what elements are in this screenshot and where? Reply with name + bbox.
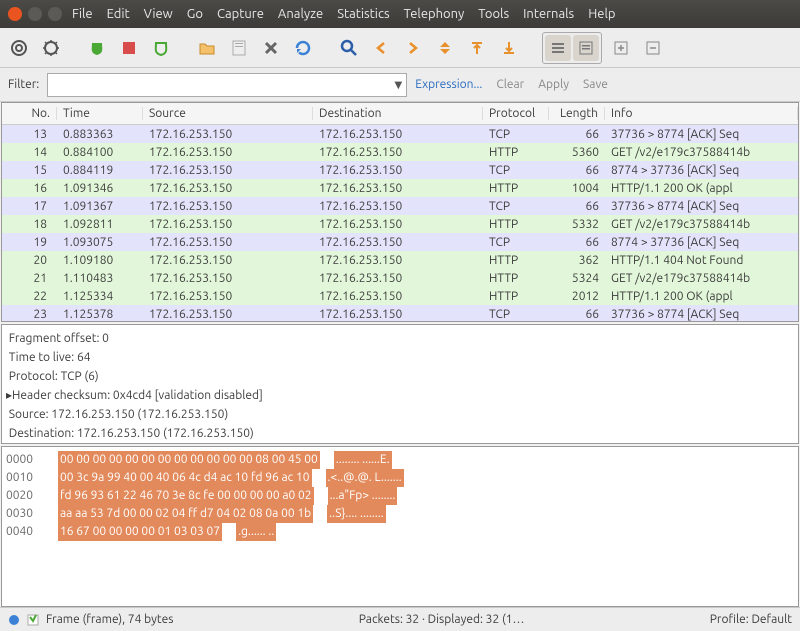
detail-line[interactable]: Fragment offset: 0 [6,329,788,348]
stop-capture-icon[interactable] [116,35,142,61]
chevron-down-icon[interactable]: ▼ [395,79,403,91]
hex-row[interactable]: 004016 67 00 00 00 00 01 03 03 07.g.....… [6,523,794,541]
menu-analyze[interactable]: Analyze [278,7,323,21]
detail-line[interactable]: Protocol: TCP (6) [6,367,788,386]
menu-statistics[interactable]: Statistics [337,7,389,21]
packet-list-pane[interactable]: No. Time Source Destination Protocol Len… [1,102,799,322]
titlebar: File Edit View Go Capture Analyze Statistics Te… [0,0,800,28]
maximize-icon[interactable] [48,7,62,21]
go-forward-icon[interactable] [400,35,426,61]
auto-scroll-icon[interactable] [573,35,599,61]
menu-help[interactable]: Help [588,7,615,21]
detail-line[interactable]: Source: 172.16.253.150 (172.16.253.150) [6,405,788,424]
packet-bytes-pane[interactable]: 000000 00 00 00 00 00 00 00 00 00 00 00 … [1,446,799,607]
go-last-icon[interactable] [496,35,522,61]
hex-row[interactable]: 000000 00 00 00 00 00 00 00 00 00 00 00 … [6,451,794,469]
colorize-icon[interactable] [545,35,571,61]
statusbar: Frame (frame), 74 bytes Packets: 32 · Di… [0,607,800,631]
zoom-in-icon[interactable] [608,35,634,61]
close-icon[interactable] [8,7,22,21]
find-icon[interactable] [336,35,362,61]
packet-details-pane[interactable]: Fragment offset: 0 Time to live: 64 Prot… [1,324,799,444]
apply-link[interactable]: Apply [538,78,569,91]
clear-link[interactable]: Clear [496,78,524,91]
go-first-icon[interactable] [464,35,490,61]
col-header-time[interactable]: Time [57,107,143,120]
reload-icon[interactable] [290,35,316,61]
menu-go[interactable]: Go [187,7,203,21]
open-file-icon[interactable] [194,35,220,61]
menu-capture[interactable]: Capture [217,7,264,21]
packet-row[interactable]: 181.092811172.16.253.150172.16.253.150HT… [2,215,798,233]
col-header-no[interactable]: No. [2,107,57,120]
packet-row[interactable]: 211.110483172.16.253.150172.16.253.150HT… [2,269,798,287]
packet-row[interactable]: 221.125334172.16.253.150172.16.253.150HT… [2,287,798,305]
menu-internals[interactable]: Internals [523,7,574,21]
interfaces-icon[interactable] [6,35,32,61]
zoom-out-icon[interactable] [640,35,666,61]
detail-line[interactable]: Destination: 172.16.253.150 (172.16.253.… [6,424,788,443]
options-icon[interactable] [38,35,64,61]
col-header-length[interactable]: Length [549,107,605,120]
packet-row[interactable]: 161.091346172.16.253.150172.16.253.150HT… [2,179,798,197]
menu-view[interactable]: View [144,7,173,21]
hex-row[interactable]: 0020fd 96 93 61 22 46 70 3e 8c fe 00 00 … [6,487,794,505]
start-capture-icon[interactable] [84,35,110,61]
status-packets: Packets: 32 · Displayed: 32 (1… [359,613,525,626]
packet-row[interactable]: 201.109180172.16.253.150172.16.253.150HT… [2,251,798,269]
filter-input[interactable]: ▼ [47,73,407,97]
menu-tools[interactable]: Tools [478,7,509,21]
toolbar [0,28,800,68]
hex-row[interactable]: 001000 3c 9a 99 40 00 40 06 4c d4 ac 10 … [6,469,794,487]
packet-row[interactable]: 171.091367172.16.253.150172.16.253.150TC… [2,197,798,215]
packet-row[interactable]: 130.883363172.16.253.150172.16.253.150TC… [2,125,798,143]
filter-label: Filter: [8,78,39,91]
packet-rows[interactable]: 130.883363172.16.253.150172.16.253.150TC… [2,125,798,321]
status-profile[interactable]: Profile: Default [710,613,792,626]
menu-telephony[interactable]: Telephony [404,7,465,21]
go-back-icon[interactable] [368,35,394,61]
packet-list-header[interactable]: No. Time Source Destination Protocol Len… [2,103,798,125]
packet-row[interactable]: 231.125378172.16.253.150172.16.253.150TC… [2,305,798,321]
col-header-info[interactable]: Info [605,107,798,120]
save-file-icon[interactable] [226,35,252,61]
detail-line[interactable]: [Source GeoIP: Unknown] [6,443,788,444]
save-link[interactable]: Save [583,78,608,91]
expression-link[interactable]: Expression... [415,78,482,91]
window-controls [8,7,62,21]
close-file-icon[interactable] [258,35,284,61]
packet-row[interactable]: 140.884100172.16.253.150172.16.253.150HT… [2,143,798,161]
expert-info-icon[interactable] [8,614,20,626]
detail-line[interactable]: ▸Header checksum: 0x4cd4 [validation dis… [6,386,788,405]
restart-capture-icon[interactable] [148,35,174,61]
col-header-protocol[interactable]: Protocol [483,107,549,120]
col-header-destination[interactable]: Destination [313,107,483,120]
packet-row[interactable]: 150.884119172.16.253.150172.16.253.150TC… [2,161,798,179]
menu-edit[interactable]: Edit [107,7,130,21]
hex-row[interactable]: 0030aa aa 53 7d 00 00 02 04 ff d7 04 02 … [6,505,794,523]
capture-note-icon[interactable] [26,613,40,627]
menu-file[interactable]: File [72,7,93,21]
packet-row[interactable]: 191.093075172.16.253.150172.16.253.150TC… [2,233,798,251]
detail-line[interactable]: Time to live: 64 [6,348,788,367]
col-header-source[interactable]: Source [143,107,313,120]
minimize-icon[interactable] [28,7,42,21]
menubar: File Edit View Go Capture Analyze Statistics Te… [72,7,615,21]
status-frame: Frame (frame), 74 bytes [46,613,173,626]
go-to-packet-icon[interactable] [432,35,458,61]
filter-bar: Filter: ▼ Expression... Clear Apply Save [0,68,800,102]
